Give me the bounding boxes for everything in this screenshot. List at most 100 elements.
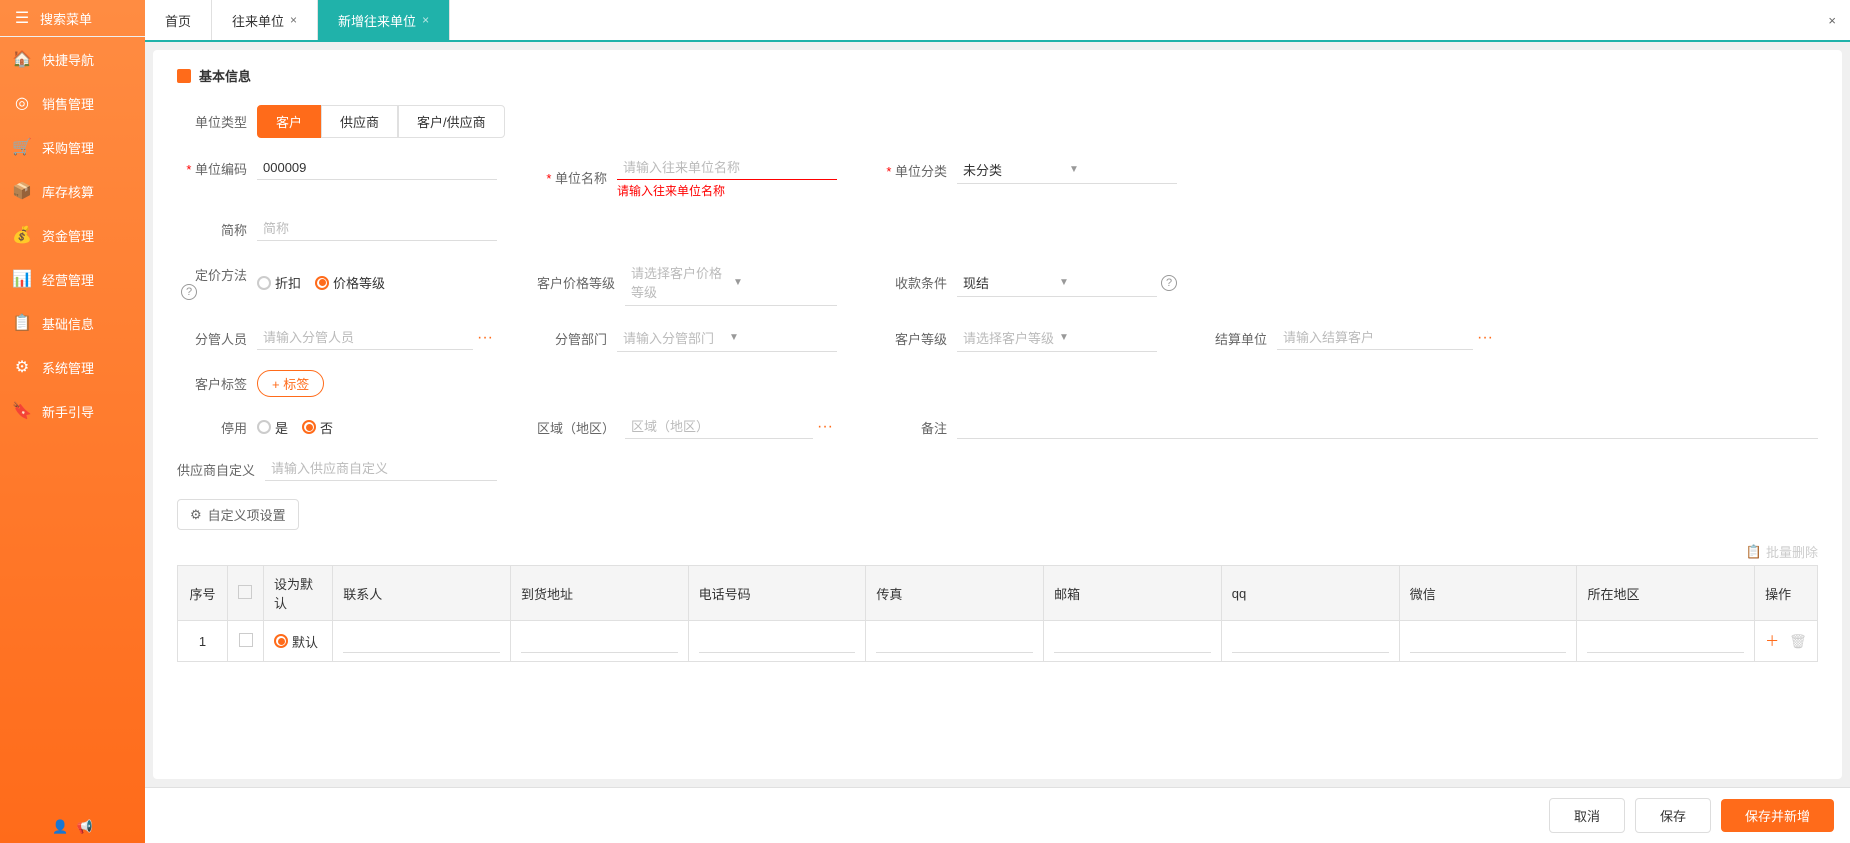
row-fax[interactable] — [866, 621, 1044, 662]
sidebar: ☰ 搜索菜单 🏠 快捷导航 ◎ 销售管理 🛒 采购管理 📦 库存核算 💰 资金管… — [0, 0, 145, 843]
col-phone: 电话号码 — [688, 566, 866, 621]
sidebar-item-guide[interactable]: 🔖 新手引导 — [0, 389, 145, 433]
sidebar-item-operations[interactable]: 📊 经营管理 — [0, 257, 145, 301]
form-area: 基本信息 单位类型 客户 供应商 客户/供应商 单位编码 — [153, 50, 1842, 779]
row-phone[interactable] — [688, 621, 866, 662]
sidebar-item-sales[interactable]: ◎ 销售管理 — [0, 81, 145, 125]
col-contact: 联系人 — [333, 566, 511, 621]
row-checkbox[interactable] — [239, 633, 253, 647]
table-row: 1 默认 — [178, 621, 1818, 662]
region-input[interactable] — [625, 415, 813, 439]
remark-input[interactable] — [957, 415, 1818, 439]
manager-label: 分管人员 — [177, 329, 257, 348]
row-address-input[interactable] — [521, 629, 678, 653]
row-seq: 1 — [178, 621, 228, 662]
batch-delete-area: 📋 批量删除 — [177, 542, 1818, 561]
row-contact[interactable] — [333, 621, 511, 662]
radio-no[interactable]: 否 — [302, 418, 333, 437]
short-name-input[interactable] — [257, 217, 497, 241]
sidebar-item-label: 销售管理 — [42, 94, 94, 113]
row-qq[interactable] — [1221, 621, 1399, 662]
btn-type-customer[interactable]: 客户 — [257, 105, 321, 138]
col-seq: 序号 — [178, 566, 228, 621]
field-short-name: 简称 — [177, 217, 497, 241]
batch-delete-icon: 📋 — [1746, 544, 1762, 560]
notify-icon[interactable]: 📢 — [77, 819, 93, 835]
user-icon[interactable]: 👤 — [52, 819, 68, 835]
pricing-method-label: 定价方法 ? — [177, 265, 257, 300]
row-email[interactable] — [1044, 621, 1222, 662]
row-qq-input[interactable] — [1232, 629, 1389, 653]
sidebar-item-basic[interactable]: 📋 基础信息 — [0, 301, 145, 345]
radio-yes[interactable]: 是 — [257, 418, 288, 437]
bottom-bar: 取消 保存 保存并新增 — [145, 787, 1850, 843]
row-phone-input[interactable] — [699, 629, 856, 653]
pricing-help-icon[interactable]: ? — [181, 284, 197, 300]
department-label: 分管部门 — [537, 329, 617, 348]
tab-partners[interactable]: 往来单位 × — [212, 0, 318, 40]
sidebar-item-purchase[interactable]: 🛒 采购管理 — [0, 125, 145, 169]
customer-price-level-select[interactable]: 请选择客户价格等级 ▼ — [625, 259, 837, 306]
row-wechat[interactable] — [1399, 621, 1577, 662]
sidebar-search[interactable]: ☰ 搜索菜单 — [0, 0, 145, 36]
field-customer-price-level: 客户价格等级 请选择客户价格等级 ▼ — [537, 259, 837, 306]
customer-level-select[interactable]: 请选择客户等级 ▼ — [957, 324, 1157, 352]
manager-input[interactable] — [257, 326, 473, 350]
sidebar-item-finance[interactable]: 💰 资金管理 — [0, 213, 145, 257]
row-email-input[interactable] — [1054, 629, 1211, 653]
settlement-unit-input[interactable] — [1277, 326, 1473, 350]
sidebar-item-inventory[interactable]: 📦 库存核算 — [0, 169, 145, 213]
tab-new-partner-close[interactable]: × — [422, 13, 429, 27]
unit-code-input[interactable] — [257, 156, 497, 180]
tab-home[interactable]: 首页 — [145, 0, 212, 40]
unit-name-input[interactable] — [617, 156, 837, 180]
payment-terms-select[interactable]: 现结 ▼ — [957, 269, 1157, 297]
department-select[interactable]: 请输入分管部门 ▼ — [617, 324, 837, 352]
settlement-unit-label: 结算单位 — [1197, 329, 1277, 348]
btn-type-supplier[interactable]: 供应商 — [321, 105, 398, 138]
sidebar-item-system[interactable]: ⚙ 系统管理 — [0, 345, 145, 389]
row-region[interactable] — [1577, 621, 1755, 662]
radio-price-level[interactable]: 价格等级 — [315, 273, 385, 292]
save-and-new-button[interactable]: 保存并新增 — [1721, 799, 1834, 832]
add-row-icon[interactable]: ＋ — [1765, 631, 1779, 651]
radio-discount[interactable]: 折扣 — [257, 273, 301, 292]
unit-name-label: 单位名称 — [537, 168, 617, 187]
row-address[interactable] — [510, 621, 688, 662]
field-manager: 分管人员 ··· — [177, 326, 497, 350]
unit-category-select[interactable]: 未分类 ▼ — [957, 156, 1177, 184]
tab-new-partner[interactable]: 新增往来单位 × — [318, 0, 450, 40]
cancel-button[interactable]: 取消 — [1549, 798, 1625, 833]
row-default-radio[interactable]: 默认 — [274, 632, 322, 651]
custom-settings-button[interactable]: ⚙ 自定义项设置 — [177, 499, 299, 530]
col-actions: 操作 — [1755, 566, 1818, 621]
btn-type-both[interactable]: 客户/供应商 — [398, 105, 505, 138]
unit-category-label: 单位分类 — [877, 161, 957, 180]
add-tag-button[interactable]: + 标签 — [257, 370, 324, 397]
delete-row-icon[interactable]: 🗑 — [1789, 633, 1807, 650]
tabs-close-all[interactable]: × — [1814, 0, 1850, 40]
sidebar-item-quick-nav[interactable]: 🏠 快捷导航 — [0, 37, 145, 81]
supplier-custom-input[interactable] — [265, 457, 497, 481]
region-more-btn[interactable]: ··· — [813, 418, 837, 436]
row-fax-input[interactable] — [876, 629, 1033, 653]
row-region-input[interactable] — [1587, 629, 1744, 653]
chevron-down-icon: ▼ — [729, 332, 831, 343]
manager-more-btn[interactable]: ··· — [473, 329, 497, 347]
row-contact-input[interactable] — [343, 629, 500, 653]
row-wechat-input[interactable] — [1410, 629, 1567, 653]
settlement-unit-more-btn[interactable]: ··· — [1473, 329, 1497, 347]
unit-name-wrapper: 请输入往来单位名称 — [617, 156, 837, 199]
payment-terms-help-icon[interactable]: ? — [1161, 275, 1177, 291]
radio-discount-circle — [257, 276, 271, 290]
field-supplier-custom: 供应商自定义 — [177, 457, 497, 481]
gear-icon: ⚙ — [190, 507, 202, 523]
table-header-checkbox[interactable] — [238, 585, 252, 599]
save-button[interactable]: 保存 — [1635, 798, 1711, 833]
tab-partners-close[interactable]: × — [290, 13, 297, 27]
basic-icon: 📋 — [12, 313, 32, 333]
radio-no-label: 否 — [320, 418, 333, 437]
row-short-name: 简称 — [177, 217, 1818, 241]
sidebar-item-label: 快捷导航 — [42, 50, 94, 69]
batch-delete-label[interactable]: 批量删除 — [1766, 542, 1818, 561]
